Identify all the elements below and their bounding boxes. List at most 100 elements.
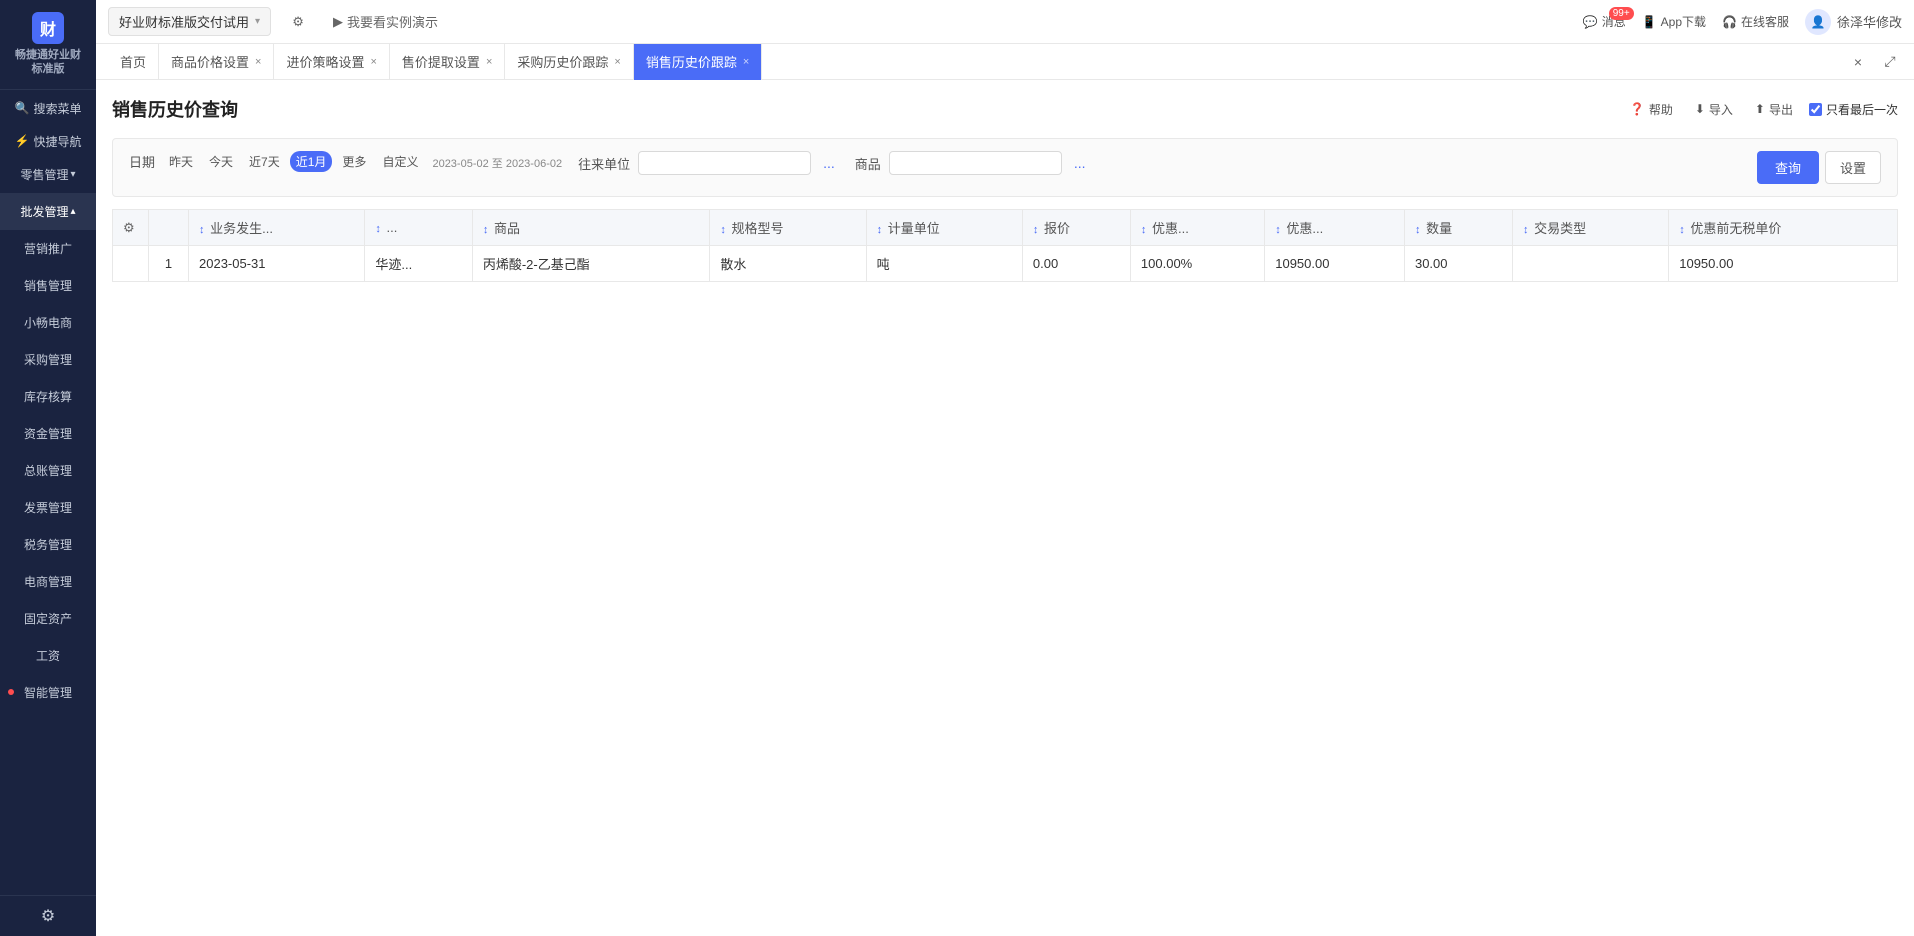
play-icon: ▶ xyxy=(333,14,343,30)
sidebar-item-purchase[interactable]: 采购管理 xyxy=(0,341,96,378)
row-unit: 吨 xyxy=(866,246,1022,282)
sort-icon: ↕ xyxy=(877,224,883,236)
message-btn[interactable]: 💬 消息 99+ xyxy=(1583,13,1626,30)
sort-icon: ↕ xyxy=(199,224,205,236)
col-spec[interactable]: ↕ 规格型号 xyxy=(710,210,866,246)
source-dots-btn[interactable]: ... xyxy=(819,155,839,171)
row-date: 2023-05-31 xyxy=(189,246,365,282)
table-header-row: ⚙ ↕ 业务发生... ↕ ... ↕ 商品 xyxy=(113,210,1898,246)
date-btn-custom[interactable]: 自定义 xyxy=(376,151,424,172)
query-btn[interactable]: 查询 xyxy=(1757,151,1819,184)
col-extra[interactable]: ↕ ... xyxy=(365,210,472,246)
date-btn-7days[interactable]: 近7天 xyxy=(243,151,286,172)
col-txn-type[interactable]: ↕ 交易类型 xyxy=(1512,210,1668,246)
col-unit[interactable]: ↕ 计量单位 xyxy=(866,210,1022,246)
col-date[interactable]: ↕ 业务发生... xyxy=(189,210,365,246)
source-input[interactable] xyxy=(638,151,811,175)
col-settings[interactable]: ⚙ xyxy=(113,210,149,246)
topbar-settings-btn[interactable]: ⚙ xyxy=(283,7,313,37)
date-btn-yesterday[interactable]: 昨天 xyxy=(163,151,199,172)
search-icon: 🔍 xyxy=(15,101,30,115)
sidebar-item-finance[interactable]: 资金管理 xyxy=(0,415,96,452)
sidebar-item-accounting[interactable]: 总账管理 xyxy=(0,452,96,489)
export-btn[interactable]: ⬆ 导出 xyxy=(1749,97,1799,122)
date-btn-today[interactable]: 今天 xyxy=(203,151,239,172)
row-extra: 华迹... xyxy=(365,246,472,282)
online-service-btn[interactable]: 🎧 在线客服 xyxy=(1722,13,1789,30)
col-price[interactable]: ↕ 报价 xyxy=(1022,210,1130,246)
tab-product-price[interactable]: 商品价格设置 × xyxy=(159,44,274,80)
sidebar-quick-nav[interactable]: ⚡ 快捷导航 xyxy=(0,127,96,156)
tabbar-controls: × ⤢ xyxy=(1846,50,1902,74)
tab-close-icon[interactable]: × xyxy=(486,56,492,68)
product-input[interactable] xyxy=(889,151,1062,175)
date-btn-more[interactable]: 更多 xyxy=(336,151,372,172)
date-btn-1month[interactable]: 近1月 xyxy=(290,151,333,172)
version-selector[interactable]: 好业财标准版交付试用 ▾ xyxy=(108,7,271,36)
tab-close-icon[interactable]: × xyxy=(255,56,261,68)
main-area: 好业财标准版交付试用 ▾ ⚙ ▶ 我要看实例演示 💬 消息 99+ 📱 App下… xyxy=(96,0,1914,936)
demo-btn[interactable]: ▶ 我要看实例演示 xyxy=(325,8,446,35)
sidebar-item-tax[interactable]: 税务管理 xyxy=(0,526,96,563)
sort-icon: ↕ xyxy=(720,224,726,236)
sidebar-item-ecommerce-s[interactable]: 小畅电商 xyxy=(0,304,96,341)
user-profile[interactable]: 👤 徐泽华修改 xyxy=(1805,9,1902,35)
sidebar-search[interactable]: 🔍 搜索菜单 xyxy=(0,90,96,127)
phone-icon: 📱 xyxy=(1642,15,1657,29)
date-filter-group: 日期 昨天 今天 近7天 近1月 更多 自定义 2023-05-02 至 202… xyxy=(129,151,562,172)
tab-sale-extraction[interactable]: 售价提取设置 × xyxy=(390,44,505,80)
sidebar-item-invoice[interactable]: 发票管理 xyxy=(0,489,96,526)
tab-home[interactable]: 首页 xyxy=(108,44,159,80)
row-discount-amt: 10950.00 xyxy=(1265,246,1405,282)
tab-purchase-history[interactable]: 采购历史价跟踪 × xyxy=(505,44,633,80)
row-product: 丙烯酸-2-乙基己酯 xyxy=(472,246,710,282)
tab-maximize-btn[interactable]: ⤢ xyxy=(1878,50,1902,74)
sidebar-item-salary[interactable]: 工资 xyxy=(0,637,96,674)
help-icon: ❓ xyxy=(1630,102,1645,116)
product-label: 商品 xyxy=(855,154,881,173)
headset-icon: 🎧 xyxy=(1722,15,1737,29)
row-settings xyxy=(113,246,149,282)
sort-icon: ↕ xyxy=(483,224,489,236)
sort-icon: ↕ xyxy=(1141,224,1147,236)
col-index xyxy=(149,210,189,246)
tab-close-icon[interactable]: × xyxy=(743,56,749,68)
col-discount-amt[interactable]: ↕ 优惠... xyxy=(1265,210,1405,246)
gear-icon: ⚙ xyxy=(292,14,304,30)
sidebar-item-assets[interactable]: 固定资产 xyxy=(0,600,96,637)
tab-close-icon[interactable]: × xyxy=(614,56,620,68)
col-pretax-price[interactable]: ↕ 优惠前无税单价 xyxy=(1669,210,1898,246)
tab-close-current-btn[interactable]: × xyxy=(1846,50,1870,74)
page-title: 销售历史价查询 xyxy=(112,96,238,122)
tab-close-icon[interactable]: × xyxy=(370,56,376,68)
last-only-input[interactable] xyxy=(1809,103,1822,116)
settings-btn[interactable]: 设置 xyxy=(1825,151,1881,184)
sidebar-item-wholesale[interactable]: 批发管理 ▴ xyxy=(0,193,96,230)
nav-icon: ⚡ xyxy=(15,134,30,148)
row-pretax-price: 10950.00 xyxy=(1669,246,1898,282)
topbar-right: 💬 消息 99+ 📱 App下载 🎧 在线客服 👤 徐泽华修改 xyxy=(1583,9,1902,35)
import-icon: ⬇ xyxy=(1695,102,1705,116)
sidebar-settings-btn[interactable]: ⚙ xyxy=(0,895,96,936)
last-only-checkbox[interactable]: 只看最后一次 xyxy=(1809,101,1898,118)
sidebar-item-marketing[interactable]: 营销推广 xyxy=(0,230,96,267)
sidebar-item-inventory[interactable]: 库存核算 xyxy=(0,378,96,415)
col-product[interactable]: ↕ 商品 xyxy=(472,210,710,246)
settings-icon: ⚙ xyxy=(41,906,55,926)
product-dots-btn[interactable]: ... xyxy=(1070,155,1090,171)
logo-icon: 财 xyxy=(32,12,64,44)
tabbar: 首页 商品价格设置 × 进价策略设置 × 售价提取设置 × 采购历史价跟踪 × … xyxy=(96,44,1914,80)
sidebar-item-sales[interactable]: 销售管理 xyxy=(0,267,96,304)
tab-price-strategy[interactable]: 进价策略设置 × xyxy=(274,44,389,80)
tab-sales-history[interactable]: 销售历史价跟踪 × xyxy=(634,44,762,80)
sidebar-item-smart[interactable]: 智能管理 xyxy=(0,674,96,711)
col-discount-pct[interactable]: ↕ 优惠... xyxy=(1130,210,1264,246)
app-download-btn[interactable]: 📱 App下载 xyxy=(1642,13,1706,30)
row-txn-type xyxy=(1512,246,1668,282)
row-quantity: 30.00 xyxy=(1404,246,1512,282)
sidebar-item-ecommerce[interactable]: 电商管理 xyxy=(0,563,96,600)
help-btn[interactable]: ❓ 帮助 xyxy=(1624,97,1679,122)
col-quantity[interactable]: ↕ 数量 xyxy=(1404,210,1512,246)
import-btn[interactable]: ⬇ 导入 xyxy=(1689,97,1739,122)
sidebar-item-retail[interactable]: 零售管理 ▾ xyxy=(0,156,96,193)
